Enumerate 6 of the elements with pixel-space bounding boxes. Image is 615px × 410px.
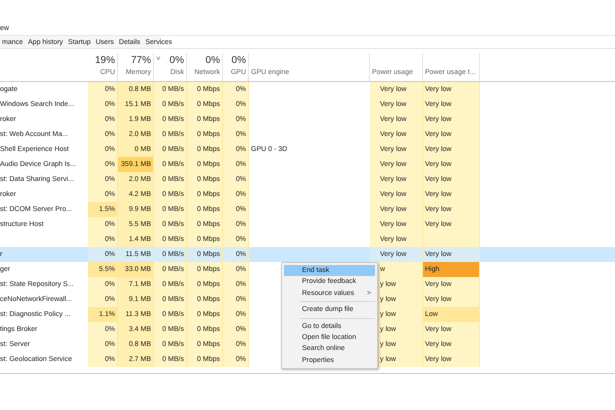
column-percent: 0% xyxy=(170,55,184,67)
sort-caret-icon[interactable]: ˅ xyxy=(156,55,161,63)
column-percent: 77% xyxy=(130,55,151,67)
column-percent: 19% xyxy=(94,55,115,67)
column-percent: 0% xyxy=(206,55,220,67)
column-percent: 0% xyxy=(232,55,246,67)
